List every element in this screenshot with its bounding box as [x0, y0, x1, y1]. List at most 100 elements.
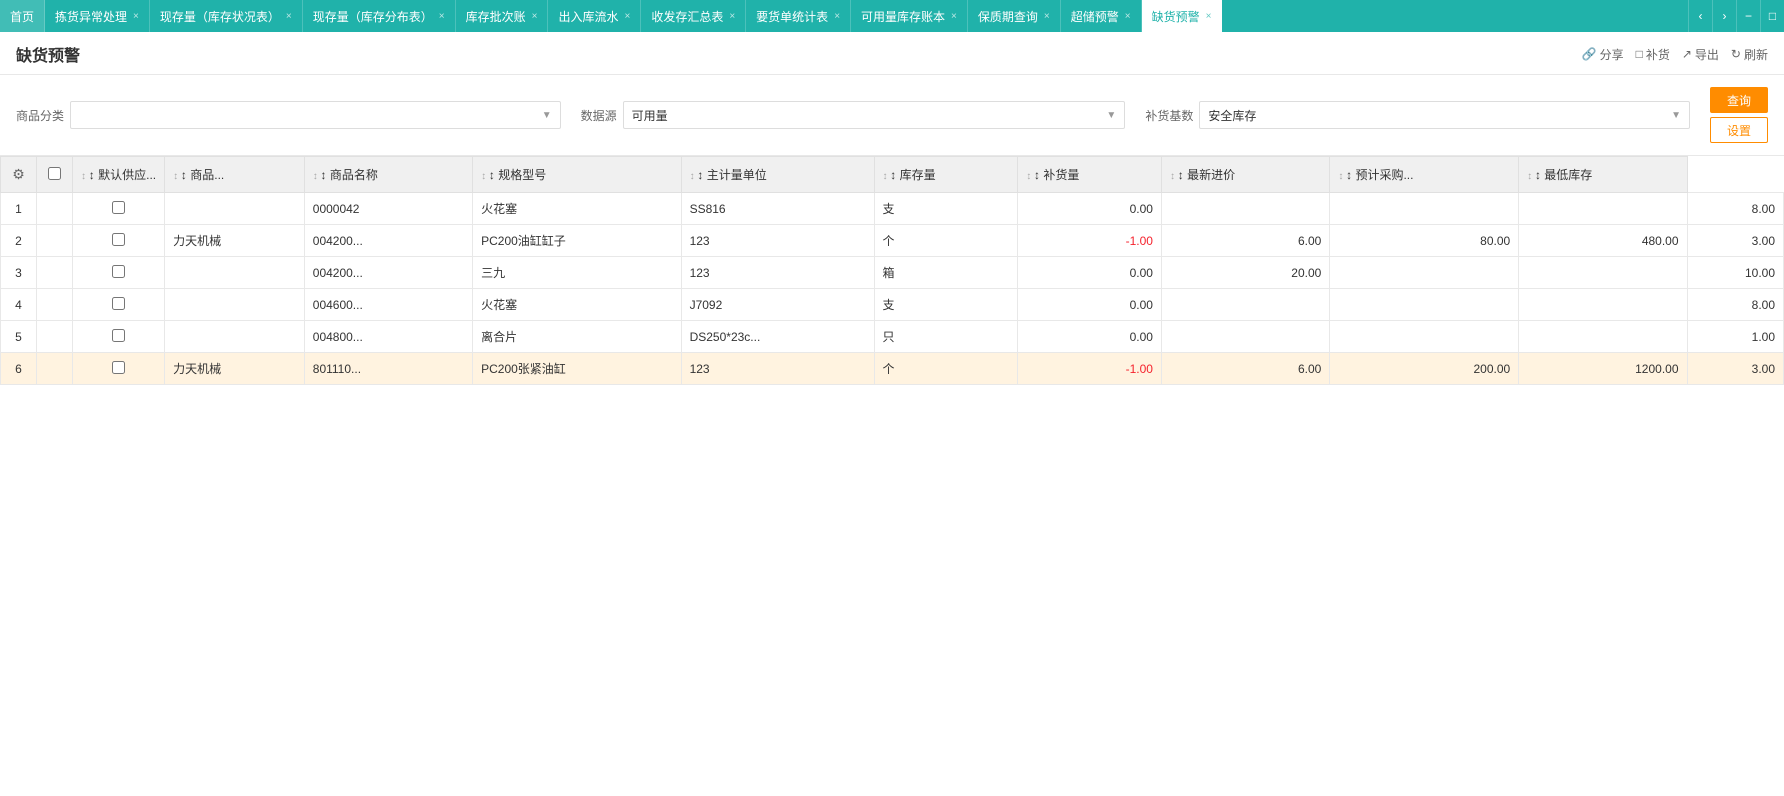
col-name[interactable]: ↕ 商品名称: [304, 157, 472, 193]
tab-expiry[interactable]: 保质期查询 ×: [968, 0, 1061, 32]
row-checkbox[interactable]: [112, 201, 125, 214]
filter-category-label: 商品分类: [16, 107, 64, 124]
row-replenish: 20.00: [1161, 257, 1329, 289]
row-spec: DS250*23c...: [681, 321, 874, 353]
tab-prev-btn[interactable]: ‹: [1688, 0, 1712, 32]
tab-available-close[interactable]: ×: [951, 11, 957, 22]
row-stock: 0.00: [1018, 289, 1162, 321]
row-min-stock: 3.00: [1687, 225, 1783, 257]
replenish-icon: □: [1636, 47, 1643, 61]
row-name: 火花塞: [473, 289, 681, 321]
col-unit[interactable]: ↕ 主计量单位: [681, 157, 874, 193]
tab-picking-close[interactable]: ×: [133, 11, 139, 22]
replenish-button[interactable]: □ 补货: [1636, 46, 1670, 63]
share-button[interactable]: 🔗 分享: [1582, 46, 1624, 63]
row-est-purchase: [1519, 257, 1687, 289]
row-est-purchase: 480.00: [1519, 225, 1687, 257]
row-supplier: [165, 257, 305, 289]
tab-stock2-label: 现存量（库存分布表）: [313, 8, 433, 25]
tab-stock1-label: 现存量（库存状况表）: [160, 8, 280, 25]
filter-datasource-value: 可用量: [632, 107, 668, 124]
row-number: 5: [1, 321, 37, 353]
col-check: [37, 157, 73, 193]
row-checkbox[interactable]: [112, 329, 125, 342]
refresh-icon: ↻: [1731, 47, 1741, 61]
row-code: 004800...: [304, 321, 472, 353]
tab-maximize-btn[interactable]: □: [1760, 0, 1784, 32]
row-stock: 0.00: [1018, 257, 1162, 289]
settings-gear-icon[interactable]: ⚙: [12, 166, 25, 182]
tab-order-close[interactable]: ×: [834, 11, 840, 22]
row-name: 火花塞: [473, 193, 681, 225]
filter-replenish-group: 补货基数 安全库存 ▼: [1145, 101, 1690, 129]
row-supplier: [165, 193, 305, 225]
col-supplier[interactable]: ↕ 默认供应...: [73, 157, 165, 193]
tab-expiry-close[interactable]: ×: [1044, 11, 1050, 22]
row-checkbox[interactable]: [112, 265, 125, 278]
row-unit: 支: [874, 193, 1018, 225]
row-code: 004200...: [304, 225, 472, 257]
row-checkbox[interactable]: [112, 233, 125, 246]
table-row: 4 004600... 火花塞 J7092 支 0.00 8.00: [1, 289, 1784, 321]
export-button[interactable]: ↗ 导出: [1682, 46, 1719, 63]
row-checkbox-cell: [73, 257, 165, 289]
query-button[interactable]: 查询: [1710, 87, 1768, 113]
tab-stock1[interactable]: 现存量（库存状况表） ×: [150, 0, 303, 32]
row-stock: 0.00: [1018, 321, 1162, 353]
tab-stock1-close[interactable]: ×: [286, 11, 292, 22]
row-latest-price: 200.00: [1330, 353, 1519, 385]
tab-available[interactable]: 可用量库存账本 ×: [851, 0, 968, 32]
filter-datasource-select[interactable]: 可用量 ▼: [623, 101, 1126, 129]
tab-shortage-close[interactable]: ×: [1206, 11, 1212, 22]
row-spec: SS816: [681, 193, 874, 225]
refresh-button[interactable]: ↻ 刷新: [1731, 46, 1768, 63]
tab-flow[interactable]: 出入库流水 ×: [548, 0, 641, 32]
col-est-purchase[interactable]: ↕ 预计采购...: [1330, 157, 1519, 193]
tab-shortage[interactable]: 缺货预警 ×: [1142, 0, 1223, 32]
tab-next-btn[interactable]: ›: [1712, 0, 1736, 32]
row-checkbox[interactable]: [112, 361, 125, 374]
tab-overstock-close[interactable]: ×: [1125, 11, 1131, 22]
tab-batch[interactable]: 库存批次账 ×: [456, 0, 549, 32]
row-min-stock: 3.00: [1687, 353, 1783, 385]
col-latest-price[interactable]: ↕ 最新进价: [1161, 157, 1329, 193]
col-min-stock[interactable]: ↕ 最低库存: [1519, 157, 1687, 193]
col-code[interactable]: ↕ 商品...: [165, 157, 305, 193]
row-name: 离合片: [473, 321, 681, 353]
page-header: 缺货预警 🔗 分享 □ 补货 ↗ 导出 ↻ 刷新: [0, 32, 1784, 75]
row-gear: [37, 257, 73, 289]
settings-button[interactable]: 设置: [1710, 117, 1768, 143]
row-gear: [37, 193, 73, 225]
tab-home[interactable]: 首页: [0, 0, 45, 32]
select-all-checkbox[interactable]: [48, 167, 61, 180]
tab-summary[interactable]: 收发存汇总表 ×: [641, 0, 746, 32]
col-gear: ⚙: [1, 157, 37, 193]
tab-stock2[interactable]: 现存量（库存分布表） ×: [303, 0, 456, 32]
filter-datasource-group: 数据源 可用量 ▼: [581, 101, 1126, 129]
filter-replenish-arrow: ▼: [1671, 110, 1681, 121]
filter-replenish-select[interactable]: 安全库存 ▼: [1199, 101, 1690, 129]
filter-action-buttons: 查询 设置: [1710, 87, 1768, 143]
row-min-stock: 10.00: [1687, 257, 1783, 289]
tab-summary-close[interactable]: ×: [729, 11, 735, 22]
row-gear: [37, 321, 73, 353]
filter-category-select[interactable]: ▼: [70, 101, 561, 129]
row-latest-price: [1330, 289, 1519, 321]
tab-flow-close[interactable]: ×: [624, 11, 630, 22]
row-checkbox[interactable]: [112, 297, 125, 310]
row-number: 4: [1, 289, 37, 321]
tab-minimize-btn[interactable]: −: [1736, 0, 1760, 32]
col-replenish[interactable]: ↕ 补货量: [1018, 157, 1162, 193]
tab-batch-close[interactable]: ×: [532, 11, 538, 22]
tab-order[interactable]: 要货单统计表 ×: [746, 0, 851, 32]
col-spec[interactable]: ↕ 规格型号: [473, 157, 681, 193]
row-name: 三九: [473, 257, 681, 289]
row-est-purchase: [1519, 193, 1687, 225]
tab-stock2-close[interactable]: ×: [439, 11, 445, 22]
tab-picking[interactable]: 拣货异常处理 ×: [45, 0, 150, 32]
tab-overstock-label: 超储预警: [1071, 8, 1119, 25]
tab-overstock[interactable]: 超储预警 ×: [1061, 0, 1142, 32]
col-stock[interactable]: ↕ 库存量: [874, 157, 1018, 193]
row-number: 2: [1, 225, 37, 257]
row-latest-price: 80.00: [1330, 225, 1519, 257]
